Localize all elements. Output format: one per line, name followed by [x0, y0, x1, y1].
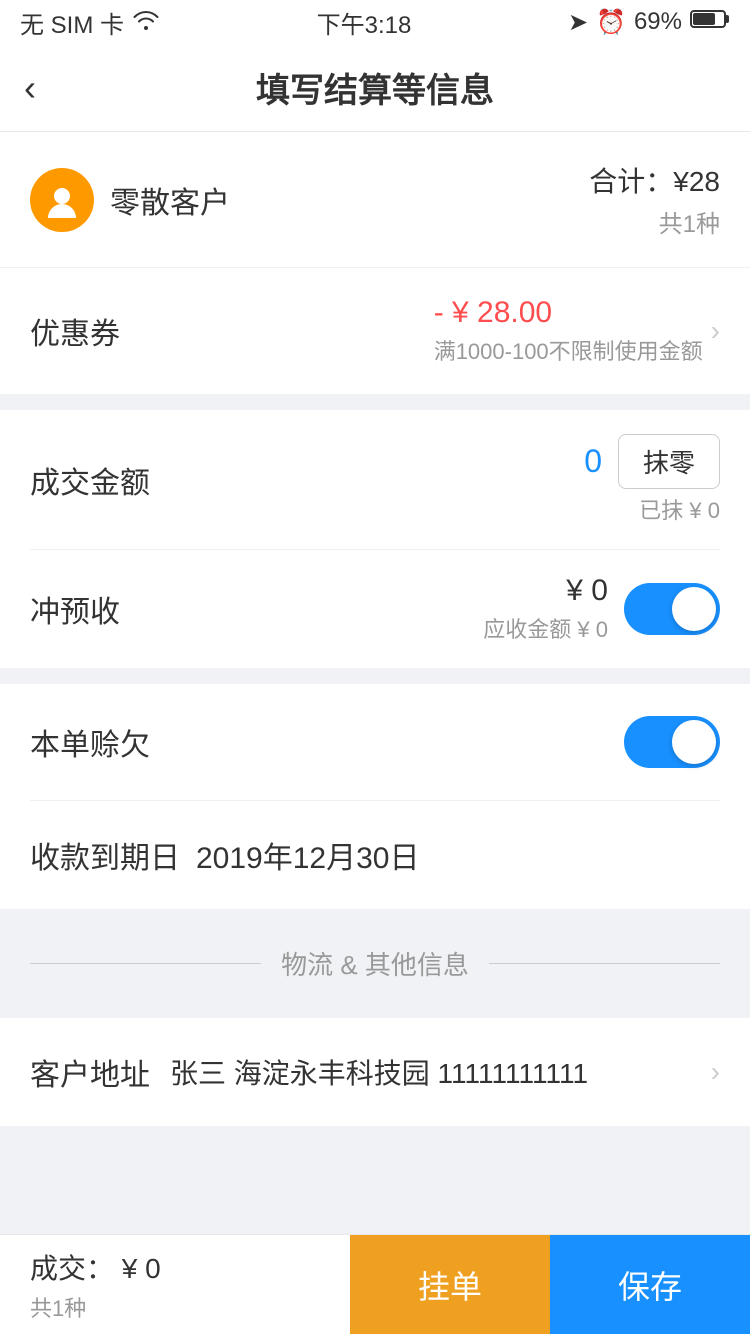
- coupon-row[interactable]: 优惠券 - ¥ 28.00 满1000-100不限制使用金额 ›: [0, 267, 750, 394]
- address-section: 客户地址 张三 海淀永丰科技园 11111111111 ›: [0, 1018, 750, 1126]
- status-left: 无 SIM 卡: [20, 5, 160, 40]
- debt-label: 本单赊欠: [30, 720, 150, 764]
- deal-right-block: 0 抹零 已抹 ¥ 0: [584, 434, 720, 525]
- battery-text: 69%: [634, 8, 682, 36]
- battery-icon: [690, 8, 730, 37]
- logistics-section: 物流 & 其他信息: [0, 925, 750, 1002]
- deal-label: 成交金额: [30, 458, 150, 502]
- prepay-toggle[interactable]: [624, 583, 720, 635]
- middle-section: 成交金额 0 抹零 已抹 ¥ 0 冲预收 ¥ 0 应收金额 ¥ 0: [0, 410, 750, 668]
- wifi-icon: [132, 8, 160, 36]
- bottom-info: 成交： ¥ 0 共1种: [0, 1247, 350, 1323]
- bottom-deal-amount: 成交： ¥ 0: [30, 1247, 320, 1287]
- prepay-amount: ¥ 0: [483, 574, 608, 608]
- toggle-knob: [672, 587, 716, 631]
- prepay-amount-block: ¥ 0 应收金额 ¥ 0: [483, 574, 608, 644]
- divider-line-left: [30, 963, 261, 964]
- address-chevron-icon: ›: [711, 1056, 720, 1088]
- coupon-right: - ¥ 28.00 满1000-100不限制使用金额 ›: [434, 296, 720, 366]
- bottom-deal-count: 共1种: [30, 1291, 320, 1323]
- logistics-divider: 物流 & 其他信息: [0, 925, 750, 1002]
- customer-name: 零散客户: [110, 178, 230, 222]
- save-button[interactable]: 保存: [550, 1235, 750, 1334]
- status-right: ➤ ⏰ 69%: [568, 8, 730, 37]
- coupon-value-block: - ¥ 28.00 满1000-100不限制使用金额: [434, 296, 703, 366]
- nav-bar: ‹ 填写结算等信息: [0, 44, 750, 132]
- coupon-label: 优惠券: [30, 309, 120, 353]
- debt-section: 本单赊欠 收款到期日 2019年12月30日: [0, 684, 750, 909]
- debt-toggle-knob: [672, 720, 716, 764]
- customer-section: 零散客户 合计：¥28 共1种 优惠券 - ¥ 28.00 满1000-100不…: [0, 132, 750, 394]
- logistics-divider-text: 物流 & 其他信息: [281, 945, 469, 982]
- customer-row: 零散客户 合计：¥28 共1种: [0, 132, 750, 267]
- debt-row: 本单赊欠: [30, 684, 720, 801]
- back-button[interactable]: ‹: [24, 67, 36, 109]
- location-icon: ➤: [568, 8, 588, 37]
- total-amount: 合计：¥28: [589, 160, 720, 200]
- avatar: [30, 168, 94, 232]
- page-title: 填写结算等信息: [256, 63, 494, 112]
- bottom-bar: 成交： ¥ 0 共1种 挂单 保存: [0, 1234, 750, 1334]
- due-date[interactable]: 2019年12月30日: [196, 833, 419, 877]
- alarm-icon: ⏰: [596, 8, 626, 37]
- due-row: 收款到期日 2019年12月30日: [30, 801, 720, 909]
- address-value: 张三 海淀永丰科技园 11111111111: [170, 1052, 711, 1092]
- prepay-row: 冲预收 ¥ 0 应收金额 ¥ 0: [30, 550, 720, 668]
- time-text: 下午3:18: [317, 5, 412, 40]
- coupon-value: - ¥ 28.00: [434, 296, 703, 330]
- prepay-label: 冲预收: [30, 587, 120, 631]
- debt-toggle[interactable]: [624, 716, 720, 768]
- hang-button[interactable]: 挂单: [350, 1235, 550, 1334]
- divider-line-right: [489, 963, 720, 964]
- status-bar: 无 SIM 卡 下午3:18 ➤ ⏰ 69%: [0, 0, 750, 44]
- prepay-sub: 应收金额 ¥ 0: [483, 612, 608, 644]
- coupon-desc: 满1000-100不限制使用金额: [434, 334, 703, 366]
- address-row[interactable]: 客户地址 张三 海淀永丰科技园 11111111111 ›: [30, 1018, 720, 1126]
- customer-total: 合计：¥28 共1种: [589, 160, 720, 239]
- round-btn[interactable]: 抹零: [618, 434, 720, 489]
- due-label: 收款到期日: [30, 833, 180, 877]
- prepay-right: ¥ 0 应收金额 ¥ 0: [483, 574, 720, 644]
- deal-sub: 已抹 ¥ 0: [584, 493, 720, 525]
- deal-amount[interactable]: 0: [584, 443, 602, 480]
- carrier-text: 无 SIM 卡: [20, 5, 124, 40]
- address-label: 客户地址: [30, 1050, 150, 1094]
- deal-row: 成交金额 0 抹零 已抹 ¥ 0: [30, 410, 720, 550]
- total-count: 共1种: [589, 204, 720, 239]
- customer-info: 零散客户: [30, 168, 230, 232]
- chevron-right-icon: ›: [711, 315, 720, 347]
